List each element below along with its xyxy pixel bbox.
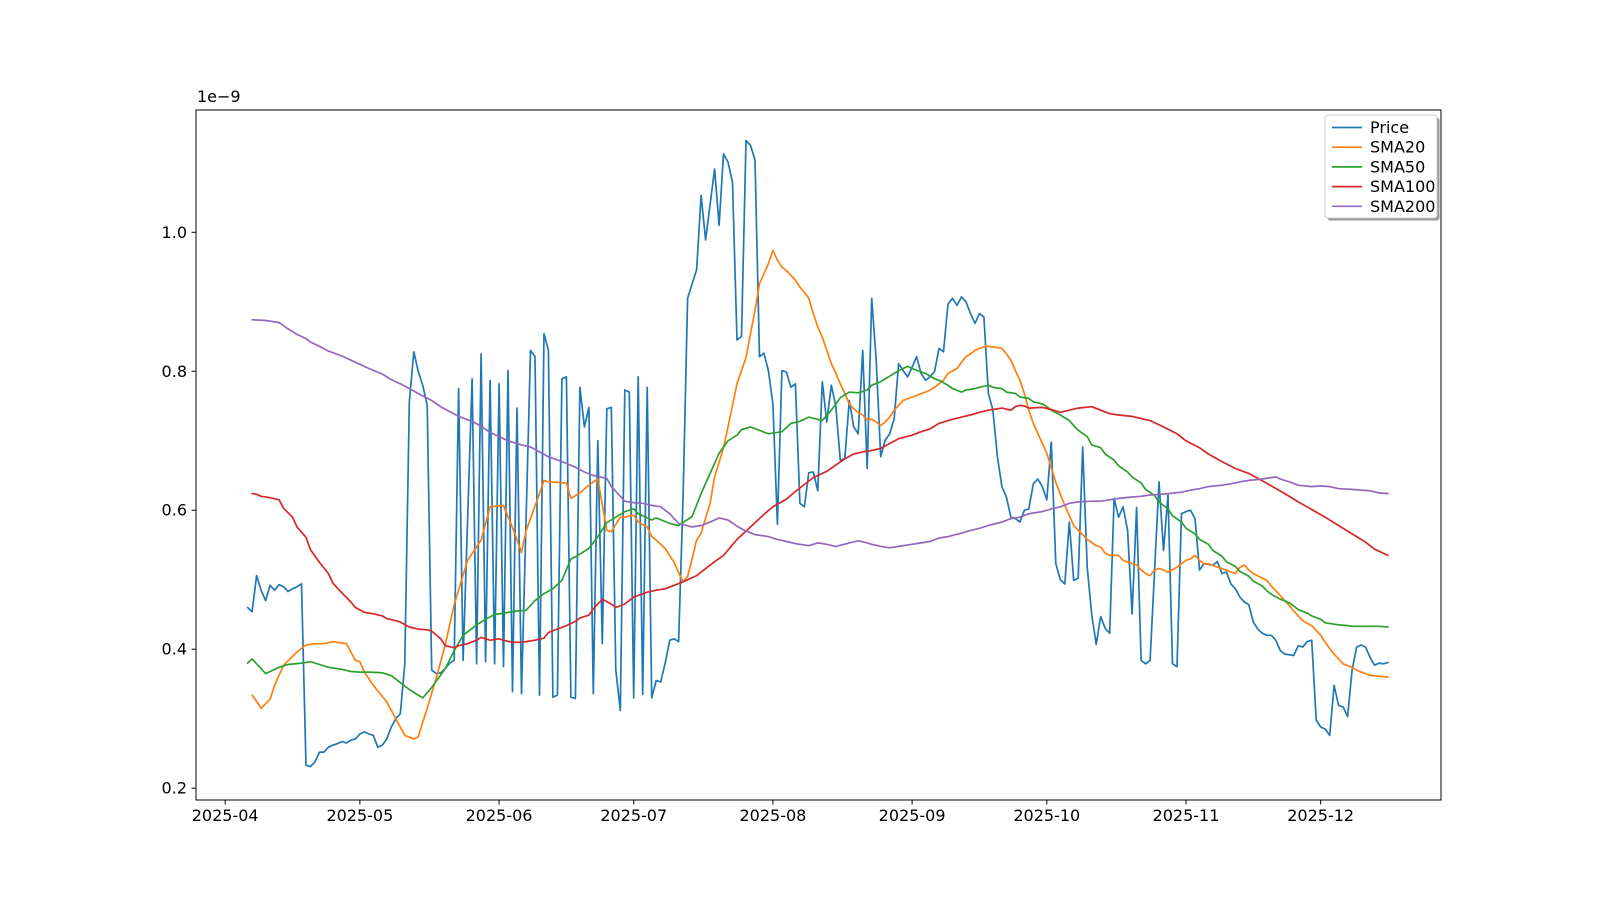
- series-line-sma20: [251, 249, 1389, 740]
- y-tick-label: 0.6: [162, 501, 187, 520]
- series-line-sma50: [246, 365, 1389, 699]
- legend: PriceSMA20SMA50SMA100SMA200: [1324, 114, 1440, 221]
- x-tick-label: 2025-10: [1013, 806, 1080, 825]
- x-tick-label: 2025-12: [1287, 806, 1354, 825]
- y-tick-label: 0.2: [162, 779, 187, 798]
- x-tick-label: 2025-07: [600, 806, 667, 825]
- x-tick-label: 2025-09: [879, 806, 946, 825]
- x-tick-label: 2025-11: [1153, 806, 1220, 825]
- legend-label: SMA20: [1370, 138, 1425, 157]
- x-tick-label: 2025-08: [739, 806, 806, 825]
- y-tick-label: 1.0: [162, 223, 187, 242]
- y-tick-label: 0.4: [162, 640, 187, 659]
- legend-label: SMA50: [1370, 157, 1425, 176]
- x-tick-label: 2025-04: [192, 806, 259, 825]
- legend-label: Price: [1370, 118, 1409, 137]
- series-line-price: [246, 139, 1389, 768]
- legend-label: SMA200: [1370, 197, 1435, 216]
- matplotlib-figure: 1e−9 2025-04 2025-05 2025-06 2025-07 2025-08…: [0, 0, 1600, 900]
- y-tick-label: 0.8: [162, 362, 187, 381]
- legend-label: SMA100: [1370, 177, 1435, 196]
- x-tick-label: 2025-05: [326, 806, 393, 825]
- x-tick-label: 2025-06: [466, 806, 533, 825]
- price-sma-line-chart: 2025-04 2025-05 2025-06 2025-07 2025-08 2025-…: [162, 109, 1442, 825]
